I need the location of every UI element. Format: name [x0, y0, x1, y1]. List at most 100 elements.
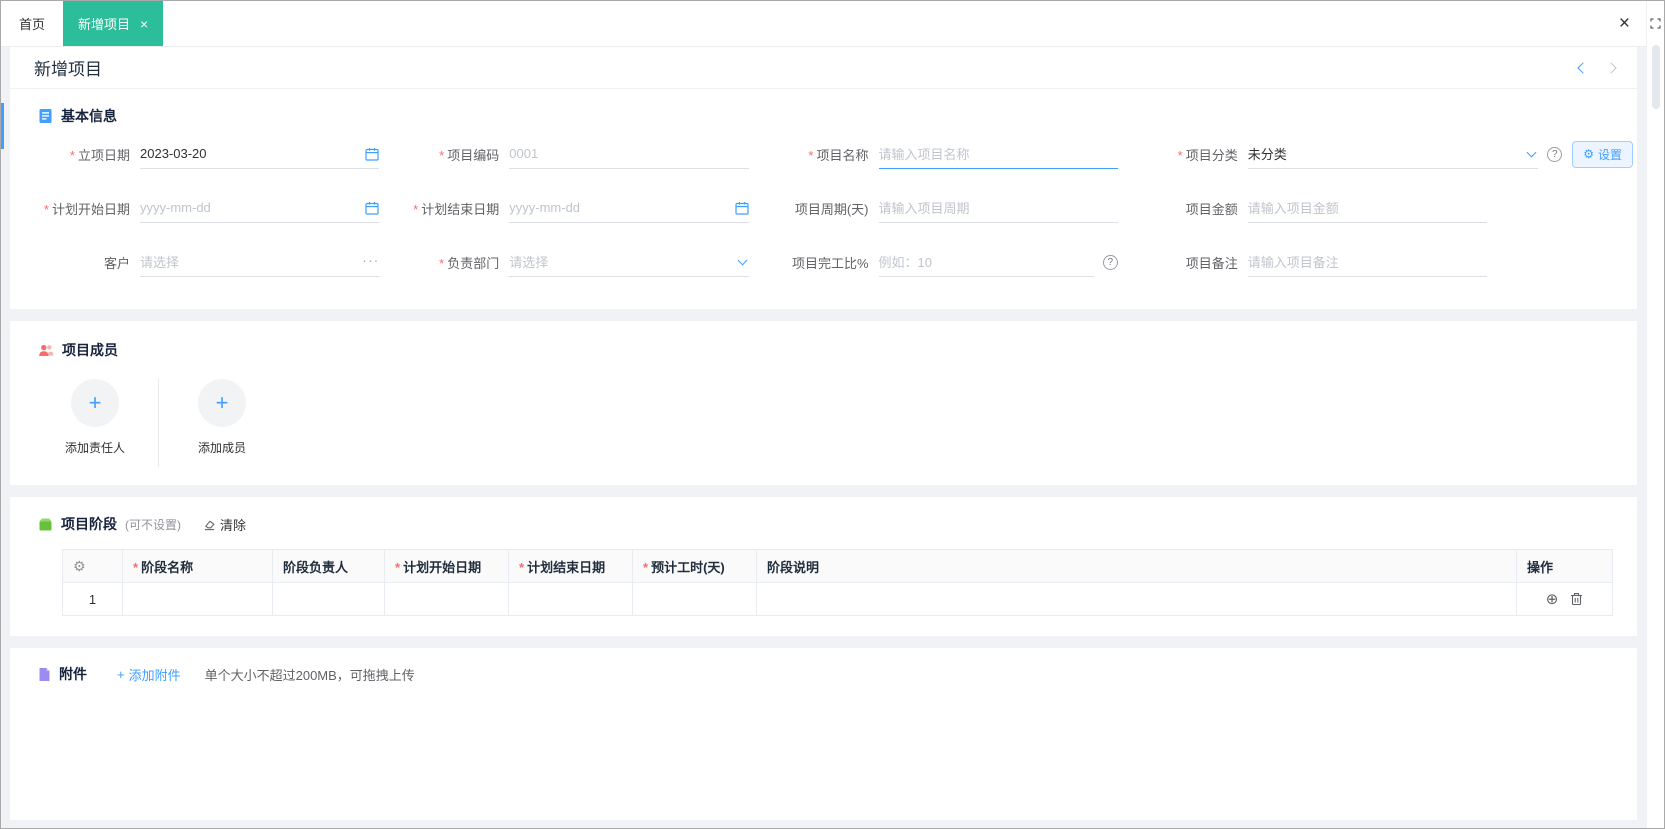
file-icon [39, 667, 50, 681]
field-project-remark: 项目备注 请输入项目备注 [1146, 247, 1487, 277]
project-amount-input[interactable]: 请输入项目金额 [1247, 193, 1487, 223]
phase-hours-cell[interactable] [632, 582, 757, 616]
add-owner-unit: + 添加责任人 [38, 379, 152, 456]
calendar-icon[interactable] [365, 201, 379, 215]
required-mark: * [133, 559, 139, 575]
more-icon[interactable]: ··· [362, 253, 379, 271]
project-period-label: 项目周期(天) [794, 201, 869, 217]
clear-phases-button[interactable]: 清除 [203, 515, 246, 534]
col-phase-name: * 阶段名称 [122, 549, 273, 583]
phase-table-header-row: ⚙ * 阶段名称 阶段负责人 * 计划开始日期 * 计划结束日期 * 预计工时(… [62, 549, 1613, 583]
completion-help-icon[interactable]: ? [1102, 254, 1118, 270]
cube-icon [39, 518, 52, 530]
project-remark-label: 项目备注 [1185, 255, 1238, 271]
next-arrow-icon[interactable] [1605, 61, 1617, 74]
project-category-value: 未分类 [1247, 147, 1287, 162]
department-select[interactable]: 请选择 [509, 247, 749, 277]
department-label: * 负责部门 [439, 255, 500, 271]
add-owner-button[interactable]: + [71, 379, 119, 427]
category-help-icon[interactable]: ? [1547, 146, 1563, 162]
calendar-icon[interactable] [365, 147, 379, 161]
required-mark: * [439, 147, 445, 163]
phase-desc-cell[interactable] [756, 582, 1517, 616]
field-department: * 负责部门 请选择 [407, 247, 749, 277]
phase-table: ⚙ * 阶段名称 阶段负责人 * 计划开始日期 * 计划结束日期 * 预计工时(… [62, 549, 1613, 616]
plus-icon: + [215, 390, 229, 415]
tab-close-icon[interactable]: × [140, 17, 148, 31]
add-row-icon[interactable]: ⊕ [1546, 591, 1559, 608]
phase-owner-cell[interactable] [272, 582, 385, 616]
document-icon [39, 109, 52, 123]
required-mark: * [519, 559, 525, 575]
phases-section: 项目阶段 (可不设置) 清除 ⚙ * 阶段名称 阶段负责人 * 计划开始日期 *… [10, 497, 1637, 636]
completion-ratio-input[interactable]: 例如：10 [878, 247, 1094, 277]
plan-start-date-label: * 计划开始日期 [43, 201, 130, 217]
page-title-bar: 新增项目 [10, 47, 1637, 89]
fullscreen-icon[interactable] [1650, 18, 1661, 29]
page-title: 新增项目 [34, 60, 102, 79]
project-amount-label: 项目金额 [1185, 201, 1238, 217]
chevron-down-icon[interactable] [1526, 147, 1538, 157]
required-mark: * [69, 147, 75, 163]
scrollbar-thumb[interactable] [1651, 45, 1660, 109]
field-lixiang-date: * 立项日期 2023-03-20 [38, 139, 380, 169]
column-settings-icon[interactable]: ⚙ [73, 558, 86, 574]
col-phase-end: * 计划结束日期 [508, 549, 633, 583]
field-project-code: * 项目编码 0001 [407, 139, 749, 169]
chevron-down-icon[interactable] [737, 255, 749, 265]
project-category-label: * 项目分类 [1177, 147, 1238, 163]
category-settings-button[interactable]: ⚙ 设置 [1572, 140, 1633, 168]
plan-end-date-placeholder: yyyy-mm-dd [509, 200, 581, 215]
field-project-name: * 项目名称 请输入项目名称 [777, 139, 1118, 169]
add-member-button[interactable]: + [198, 379, 246, 427]
calendar-icon[interactable] [734, 201, 749, 215]
add-member-label: 添加成员 [197, 441, 246, 455]
required-mark: * [439, 255, 445, 271]
phase-end-cell[interactable] [508, 582, 633, 616]
add-owner-label: 添加责任人 [64, 441, 125, 455]
phase-name-cell[interactable] [122, 582, 273, 616]
lixiang-date-value: 2023-03-20 [140, 146, 207, 161]
project-code-input[interactable]: 0001 [509, 139, 749, 169]
app-window: 首页 新增项目 × × 新增项目 基本信息 * 立项日期 2023-03-20 … [0, 0, 1665, 829]
basic-info-form: * 立项日期 2023-03-20 * 项目编码 0001 * 项目名称 请输入… [38, 139, 1633, 277]
field-customer: 客户 请选择 ··· [38, 247, 380, 277]
required-mark: * [1177, 147, 1183, 163]
plan-end-date-label: * 计划结束日期 [413, 201, 500, 217]
col-phase-hours: * 预计工时(天) [632, 549, 757, 583]
col-phase-desc: 阶段说明 [756, 549, 1517, 583]
category-settings-label: 设置 [1597, 147, 1622, 162]
lixiang-date-input[interactable]: 2023-03-20 [140, 139, 380, 169]
window-close-button[interactable]: × [1611, 1, 1638, 47]
phases-note: (可不设置) [125, 517, 181, 532]
required-mark: * [395, 559, 401, 575]
project-remark-placeholder: 请输入项目备注 [1247, 255, 1339, 270]
tab-home[interactable]: 首页 [1, 1, 63, 46]
project-remark-input[interactable]: 请输入项目备注 [1247, 247, 1487, 277]
plan-end-date-input[interactable]: yyyy-mm-dd [509, 193, 749, 223]
customer-picker[interactable]: 请选择 ··· [140, 247, 380, 277]
required-mark: * [643, 559, 649, 575]
project-name-placeholder: 请输入项目名称 [878, 147, 970, 162]
eraser-icon [204, 519, 215, 530]
plan-start-date-input[interactable]: yyyy-mm-dd [140, 193, 380, 223]
project-category-select[interactable]: 未分类 [1247, 139, 1539, 169]
project-period-placeholder: 请输入项目周期 [878, 201, 970, 216]
col-phase-owner: 阶段负责人 [272, 549, 385, 583]
members-body: + 添加责任人 + 添加成员 [38, 379, 1609, 467]
project-name-label: * 项目名称 [808, 147, 869, 163]
prev-arrow-icon[interactable] [1577, 61, 1589, 74]
phases-header: 项目阶段 (可不设置) 清除 [38, 509, 1613, 539]
main-column: 首页 新增项目 × × 新增项目 基本信息 * 立项日期 2023-03-20 … [1, 1, 1646, 828]
attachments-section: 附件 + 添加附件 单个大小不超过200MB，可拖拽上传 [10, 648, 1637, 820]
tab-new-project[interactable]: 新增项目 × [63, 1, 164, 46]
department-placeholder: 请选择 [509, 255, 549, 270]
add-attachment-button[interactable]: + 添加附件 [117, 665, 181, 684]
delete-row-icon[interactable] [1570, 592, 1583, 606]
phase-row-index: 1 [62, 582, 123, 616]
phase-start-cell[interactable] [384, 582, 509, 616]
project-name-input[interactable]: 请输入项目名称 [878, 139, 1118, 169]
required-mark: * [808, 147, 814, 163]
project-period-input[interactable]: 请输入项目周期 [878, 193, 1118, 223]
tab-bar: 首页 新增项目 × × [1, 1, 1646, 47]
